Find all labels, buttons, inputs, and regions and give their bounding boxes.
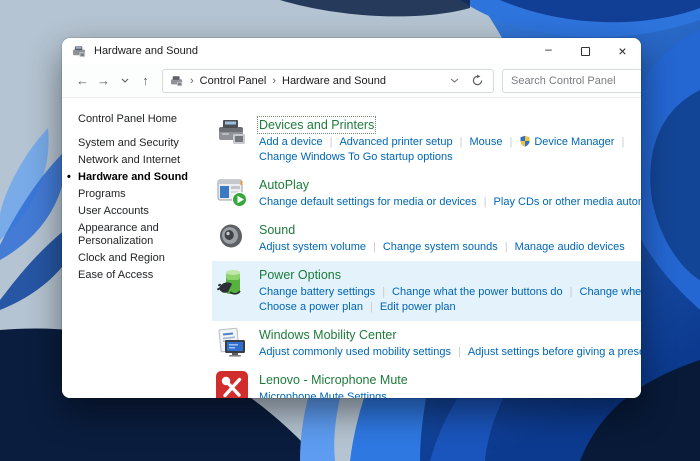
breadcrumb-location-icon	[170, 75, 184, 87]
section-power-options: Power Options Change battery settingsCha…	[212, 261, 641, 321]
titlebar: Hardware and Sound – ×	[62, 38, 641, 64]
section-devices-and-printers: Devices and Printers Add a deviceAdvance…	[212, 111, 641, 171]
task-links-row: Add a deviceAdvanced printer setupMouseD…	[259, 135, 631, 150]
sidebar-item-hardware-and-sound[interactable]: Hardware and Sound	[78, 171, 208, 184]
sidebar: Control Panel Home System and Security N…	[62, 98, 212, 398]
link-edit-power-plan[interactable]: Edit power plan	[380, 301, 456, 313]
sidebar-item-ease-of-access[interactable]: Ease of Access	[78, 269, 208, 282]
task-links-row: Choose a power planEdit power plan	[259, 300, 641, 315]
window-body: Control Panel Home System and Security N…	[62, 98, 641, 398]
link-microphone-mute-settings[interactable]: Microphone Mute Settings	[259, 391, 387, 398]
minimize-button[interactable]: –	[530, 38, 567, 64]
sidebar-item-appearance-and-personalization[interactable]: Appearance and Personalization	[78, 222, 208, 248]
task-links-row: Microphone Mute Settings	[259, 390, 408, 398]
autoplay-icon	[216, 176, 248, 208]
section-sound: Sound Adjust system volumeChange system …	[212, 216, 641, 261]
sidebar-item-clock-and-region[interactable]: Clock and Region	[78, 252, 208, 265]
control-panel-window: Hardware and Sound – × ← → ↑	[62, 38, 641, 398]
section-lenovo-microphone-mute: Lenovo - Microphone Mute Microphone Mute…	[212, 366, 641, 398]
recent-pages-button[interactable]	[114, 70, 135, 92]
task-links-row: Change default settings for media or dev…	[259, 195, 641, 210]
link-change-battery-settings[interactable]: Change battery settings	[259, 286, 392, 298]
link-add-a-device[interactable]: Add a device	[259, 136, 339, 148]
main-content: Devices and Printers Add a deviceAdvance…	[212, 98, 641, 398]
mobility-center-icon	[216, 326, 248, 358]
section-windows-mobility-center: Windows Mobility Center Adjust commonly …	[212, 321, 641, 366]
section-title-devices-and-printers[interactable]: Devices and Printers	[259, 118, 374, 132]
section-title-sound[interactable]: Sound	[259, 223, 295, 237]
battery-plug-icon	[216, 266, 248, 298]
search-input[interactable]	[511, 75, 641, 87]
address-bar[interactable]: Control Panel Hardware and Sound	[162, 69, 494, 93]
back-icon: ←	[76, 73, 89, 88]
maximize-icon	[581, 47, 590, 56]
up-icon: ↑	[142, 73, 149, 88]
back-button[interactable]: ←	[72, 70, 93, 92]
up-button[interactable]: ↑	[135, 70, 156, 92]
link-mouse[interactable]: Mouse	[469, 136, 519, 148]
task-links-row: Adjust system volumeChange system sounds…	[259, 240, 625, 255]
sidebar-item-control-panel-home[interactable]: Control Panel Home	[78, 113, 208, 126]
link-manage-audio-devices[interactable]: Manage audio devices	[515, 241, 625, 253]
navigation-bar: ← → ↑ Control Panel Hardware and Sound	[62, 64, 641, 98]
close-button[interactable]: ×	[604, 38, 641, 64]
link-choose-power-plan[interactable]: Choose a power plan	[259, 301, 380, 313]
section-title-lenovo-microphone-mute[interactable]: Lenovo - Microphone Mute	[259, 373, 408, 387]
search-box	[502, 69, 641, 93]
link-adjust-system-volume[interactable]: Adjust system volume	[259, 241, 383, 253]
task-links-row: Change Windows To Go startup options	[259, 150, 631, 165]
breadcrumb-hardware-and-sound[interactable]: Hardware and Sound	[282, 75, 386, 87]
sidebar-item-network-and-internet[interactable]: Network and Internet	[78, 154, 208, 167]
hardware-and-sound-icon	[72, 45, 87, 58]
speaker-icon	[216, 221, 248, 253]
task-links-row: Change battery settingsChange what the p…	[259, 285, 641, 300]
window-controls: – ×	[530, 38, 641, 64]
link-change-power-buttons[interactable]: Change what the power buttons do	[392, 286, 579, 298]
section-title-power-options[interactable]: Power Options	[259, 268, 341, 282]
breadcrumb-separator	[272, 75, 276, 87]
link-change-windows-to-go-startup-options[interactable]: Change Windows To Go startup options	[259, 151, 453, 163]
forward-button[interactable]: →	[93, 70, 114, 92]
printer-icon	[216, 116, 248, 148]
link-adjust-presentation-settings[interactable]: Adjust settings before giving a presenta…	[468, 346, 641, 358]
sidebar-item-system-and-security[interactable]: System and Security	[78, 137, 208, 150]
microphone-mute-icon	[216, 371, 248, 398]
sidebar-item-programs[interactable]: Programs	[78, 188, 208, 201]
desktop: Hardware and Sound – × ← → ↑	[0, 0, 700, 461]
breadcrumb-separator	[190, 75, 194, 87]
link-change-computer-sleeps[interactable]: Change when the computer sleeps	[580, 286, 641, 298]
link-adjust-mobility-settings[interactable]: Adjust commonly used mobility settings	[259, 346, 468, 358]
link-advanced-printer-setup[interactable]: Advanced printer setup	[339, 136, 469, 148]
forward-icon: →	[97, 73, 110, 88]
breadcrumb-control-panel[interactable]: Control Panel	[200, 75, 267, 87]
link-device-manager[interactable]: Device Manager	[519, 136, 631, 148]
section-autoplay: AutoPlay Change default settings for med…	[212, 171, 641, 216]
link-play-cds-automatically[interactable]: Play CDs or other media automatically	[494, 196, 641, 208]
task-links-row: Adjust commonly used mobility settingsAd…	[259, 345, 641, 360]
sidebar-item-user-accounts[interactable]: User Accounts	[78, 205, 208, 218]
maximize-button[interactable]	[567, 38, 604, 64]
section-title-windows-mobility-center[interactable]: Windows Mobility Center	[259, 328, 397, 342]
uac-shield-icon	[519, 135, 531, 147]
section-title-autoplay[interactable]: AutoPlay	[259, 178, 309, 192]
refresh-icon[interactable]	[471, 74, 484, 87]
window-title: Hardware and Sound	[94, 45, 198, 57]
address-dropdown-icon[interactable]	[450, 78, 459, 83]
link-change-default-settings-for-media[interactable]: Change default settings for media or dev…	[259, 196, 494, 208]
chevron-down-icon	[121, 78, 129, 83]
link-change-system-sounds[interactable]: Change system sounds	[383, 241, 515, 253]
